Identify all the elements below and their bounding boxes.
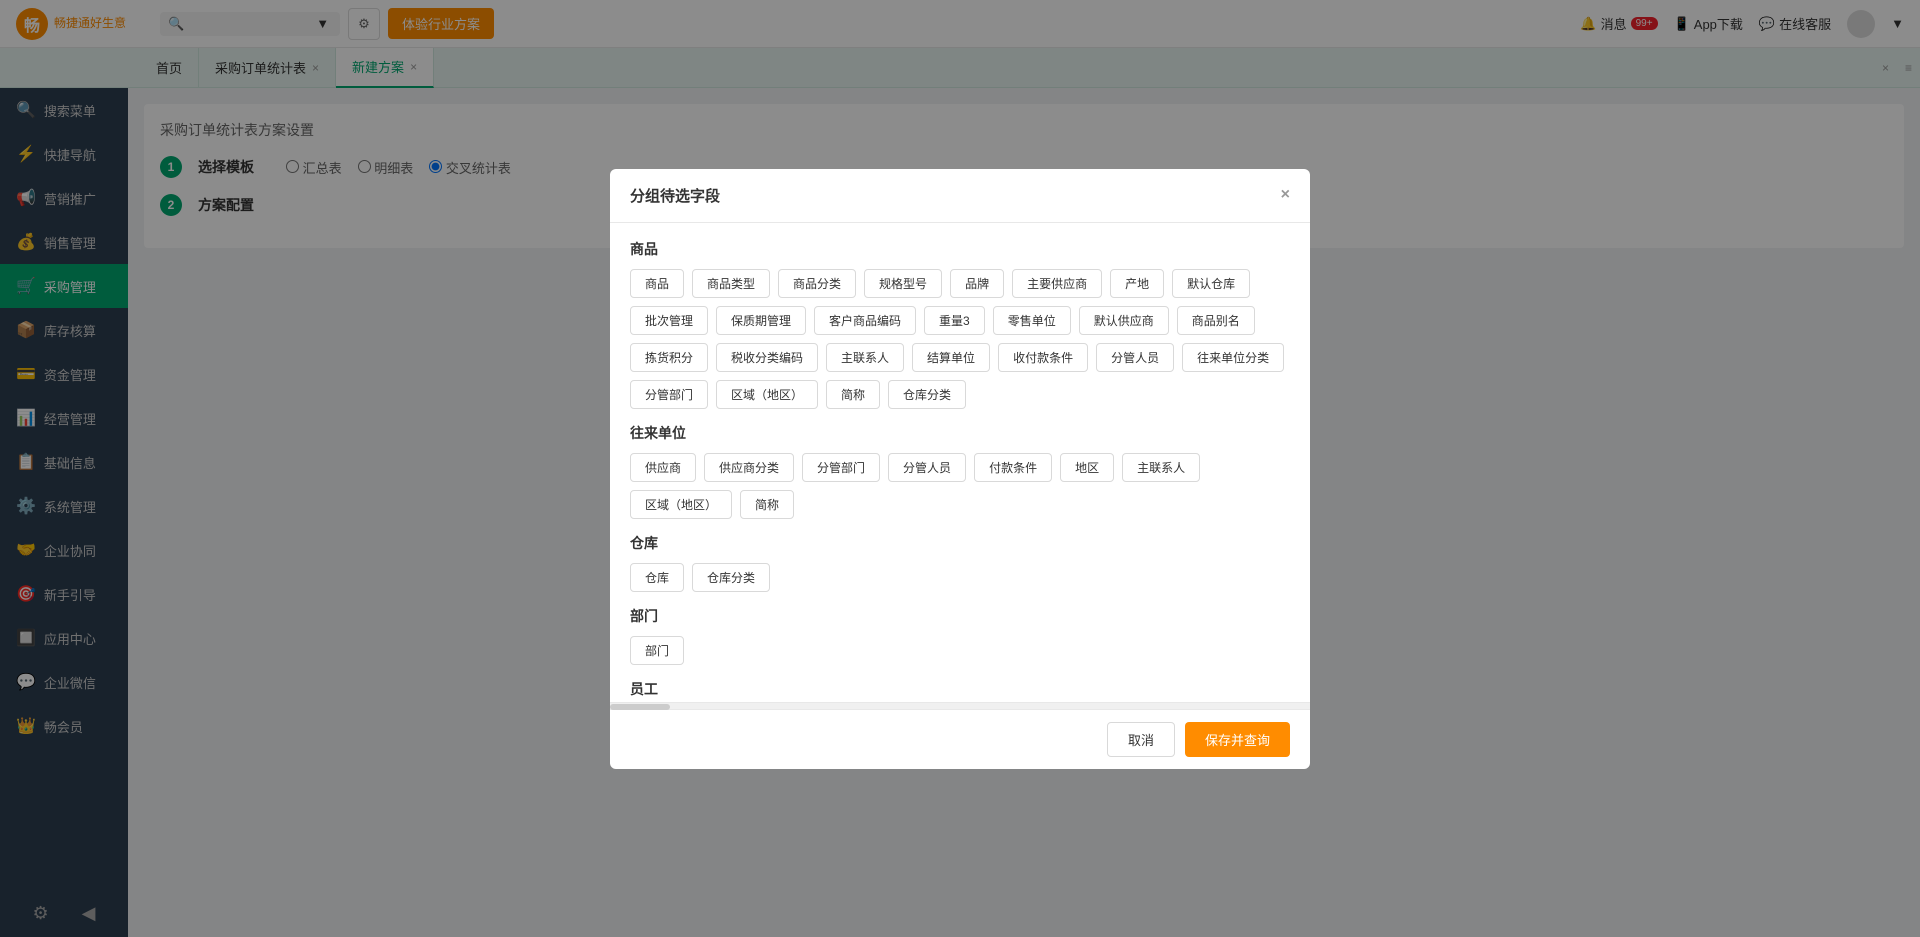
modal-dialog: 分组待选字段 × 商品商品商品类型商品分类规格型号品牌主要供应商产地默认仓库批次… — [610, 169, 1310, 769]
field-chip-1-7[interactable]: 区域（地区） — [630, 490, 732, 519]
field-chip-0-6[interactable]: 产地 — [1110, 269, 1164, 298]
field-chip-1-4[interactable]: 付款条件 — [974, 453, 1052, 482]
field-chip-0-12[interactable]: 零售单位 — [993, 306, 1071, 335]
modal-title: 分组待选字段 — [630, 185, 720, 206]
section-title-1: 往来单位 — [630, 423, 1290, 443]
field-chip-0-16[interactable]: 税收分类编码 — [716, 343, 818, 372]
field-chip-0-21[interactable]: 往来单位分类 — [1182, 343, 1284, 372]
field-chip-0-11[interactable]: 重量3 — [924, 306, 985, 335]
field-chip-1-5[interactable]: 地区 — [1060, 453, 1114, 482]
field-chip-1-2[interactable]: 分管部门 — [802, 453, 880, 482]
field-chip-1-1[interactable]: 供应商分类 — [704, 453, 794, 482]
modal-hscroll-thumb — [610, 704, 670, 710]
field-grid-3: 部门 — [630, 636, 1290, 665]
field-chip-1-3[interactable]: 分管人员 — [888, 453, 966, 482]
field-chip-0-13[interactable]: 默认供应商 — [1079, 306, 1169, 335]
modal-footer: 取消 保存并查询 — [610, 709, 1310, 769]
modal-close-button[interactable]: × — [1281, 186, 1290, 204]
cancel-button[interactable]: 取消 — [1107, 722, 1175, 757]
field-chip-0-1[interactable]: 商品类型 — [692, 269, 770, 298]
modal-header: 分组待选字段 × — [610, 169, 1310, 223]
section-title-0: 商品 — [630, 239, 1290, 259]
modal-hscroll[interactable] — [610, 702, 1310, 708]
field-chip-1-8[interactable]: 简称 — [740, 490, 794, 519]
modal-body[interactable]: 商品商品商品类型商品分类规格型号品牌主要供应商产地默认仓库批次管理保质期管理客户… — [610, 223, 1310, 703]
section-title-4: 员工 — [630, 679, 1290, 699]
field-chip-0-9[interactable]: 保质期管理 — [716, 306, 806, 335]
field-chip-0-17[interactable]: 主联系人 — [826, 343, 904, 372]
field-chip-0-10[interactable]: 客户商品编码 — [814, 306, 916, 335]
field-chip-0-18[interactable]: 结算单位 — [912, 343, 990, 372]
field-chip-0-19[interactable]: 收付款条件 — [998, 343, 1088, 372]
field-grid-1: 供应商供应商分类分管部门分管人员付款条件地区主联系人区域（地区） 简称 — [630, 453, 1290, 519]
field-chip-0-14[interactable]: 商品别名 — [1177, 306, 1255, 335]
field-chip-2-0[interactable]: 仓库 — [630, 563, 684, 592]
field-chip-0-15[interactable]: 拣货积分 — [630, 343, 708, 372]
field-chip-1-0[interactable]: 供应商 — [630, 453, 696, 482]
field-grid-0: 商品商品类型商品分类规格型号品牌主要供应商产地默认仓库批次管理保质期管理客户商品… — [630, 269, 1290, 409]
field-grid-2: 仓库仓库分类 — [630, 563, 1290, 592]
field-chip-0-2[interactable]: 商品分类 — [778, 269, 856, 298]
section-title-2: 仓库 — [630, 533, 1290, 553]
field-chip-0-25[interactable]: 仓库分类 — [888, 380, 966, 409]
field-chip-2-1[interactable]: 仓库分类 — [692, 563, 770, 592]
field-chip-1-6[interactable]: 主联系人 — [1122, 453, 1200, 482]
field-chip-0-8[interactable]: 批次管理 — [630, 306, 708, 335]
field-chip-0-3[interactable]: 规格型号 — [864, 269, 942, 298]
field-chip-0-5[interactable]: 主要供应商 — [1012, 269, 1102, 298]
field-chip-0-0[interactable]: 商品 — [630, 269, 684, 298]
modal-overlay: 分组待选字段 × 商品商品商品类型商品分类规格型号品牌主要供应商产地默认仓库批次… — [0, 0, 1920, 937]
confirm-button[interactable]: 保存并查询 — [1185, 722, 1290, 757]
field-chip-0-4[interactable]: 品牌 — [950, 269, 1004, 298]
field-chip-0-24[interactable]: 简称 — [826, 380, 880, 409]
field-chip-0-23[interactable]: 区域（地区） — [716, 380, 818, 409]
section-title-3: 部门 — [630, 606, 1290, 626]
field-chip-0-20[interactable]: 分管人员 — [1096, 343, 1174, 372]
field-chip-3-0[interactable]: 部门 — [630, 636, 684, 665]
field-chip-0-7[interactable]: 默认仓库 — [1172, 269, 1250, 298]
field-chip-0-22[interactable]: 分管部门 — [630, 380, 708, 409]
